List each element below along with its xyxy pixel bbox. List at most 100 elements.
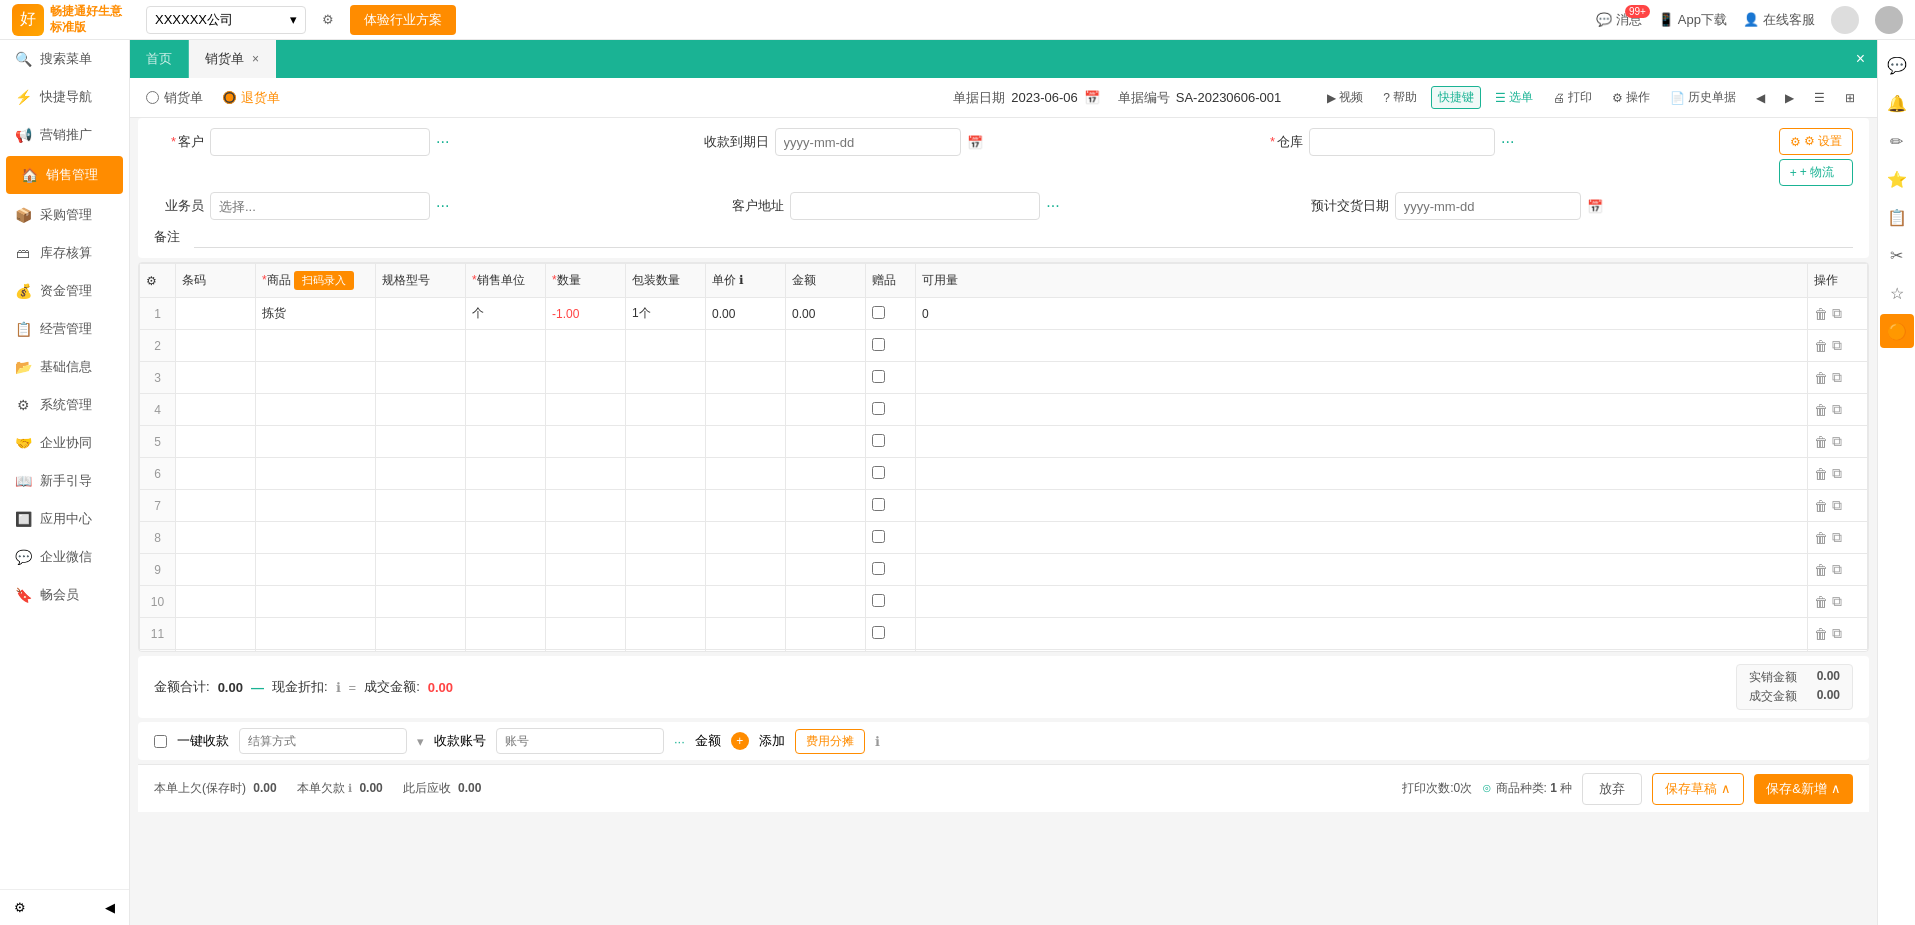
save-draft-button[interactable]: 保存草稿 ∧	[1652, 773, 1744, 805]
salesperson-dots[interactable]: ···	[436, 197, 449, 215]
cell-product[interactable]: 拣货	[256, 298, 376, 330]
note-input[interactable]	[194, 226, 1853, 248]
salesperson-input[interactable]	[210, 192, 430, 220]
settings-button[interactable]: ⚙ ⚙ 设置	[1779, 128, 1853, 155]
sidebar-item-tutorial[interactable]: 📖 新手引导	[0, 462, 129, 500]
tab-sales-order[interactable]: 销货单 ×	[189, 40, 276, 78]
copy-btn[interactable]: ⧉	[1832, 593, 1842, 610]
settings-icon-btn[interactable]: ⚙	[314, 6, 342, 34]
operations-btn[interactable]: ⚙ 操作	[1606, 87, 1656, 108]
sidebar-item-inventory[interactable]: 🗃 库存核算	[0, 234, 129, 272]
gift-checkbox[interactable]	[872, 466, 885, 479]
gift-checkbox[interactable]	[872, 306, 885, 319]
gift-checkbox[interactable]	[872, 338, 885, 351]
cell-qty[interactable]: -1.00	[546, 298, 626, 330]
trial-button[interactable]: 体验行业方案	[350, 5, 456, 35]
delete-btn[interactable]: 🗑	[1814, 530, 1828, 546]
addr-dots[interactable]: ···	[1046, 197, 1059, 215]
copy-btn[interactable]: ⧉	[1832, 465, 1842, 482]
copy-btn[interactable]: ⧉	[1832, 305, 1842, 322]
delete-btn[interactable]: 🗑	[1814, 434, 1828, 450]
product-types-label[interactable]: ⊙	[1482, 781, 1492, 795]
gift-checkbox[interactable]	[872, 626, 885, 639]
sidebar-item-marketing[interactable]: 📢 营销推广	[0, 116, 129, 154]
radio-sale-input[interactable]	[146, 91, 159, 104]
company-selector[interactable]: XXXXXX公司 ▾	[146, 6, 306, 34]
delete-btn[interactable]: 🗑	[1814, 338, 1828, 354]
warehouse-dots[interactable]: ···	[1501, 133, 1514, 151]
customer-dots[interactable]: ···	[436, 133, 449, 151]
copy-btn[interactable]: ⧉	[1832, 497, 1842, 514]
sidebar-item-basic[interactable]: 📂 基础信息	[0, 348, 129, 386]
cell-amount[interactable]: 0.00	[786, 298, 866, 330]
delivery-calendar-icon[interactable]: 📅	[1587, 199, 1603, 214]
sidebar-item-finance[interactable]: 💰 资金管理	[0, 272, 129, 310]
nav-prev-btn[interactable]: ◀	[1750, 89, 1771, 107]
select-btn[interactable]: ☰ 选单	[1489, 87, 1539, 108]
account-dots[interactable]: ···	[674, 734, 685, 749]
delivery-date-input[interactable]	[1395, 192, 1581, 220]
side-panel-scissors[interactable]: ✂	[1880, 238, 1914, 272]
video-btn[interactable]: ▶ 视频	[1321, 87, 1369, 108]
sidebar-item-appcenter[interactable]: 🔲 应用中心	[0, 500, 129, 538]
list-view-btn1[interactable]: ☰	[1808, 89, 1831, 107]
online-service-btn[interactable]: 👤 在线客服	[1743, 11, 1815, 29]
history-btn[interactable]: 📄 历史单据	[1664, 87, 1742, 108]
radio-sale[interactable]: 销货单	[146, 89, 203, 107]
help-btn[interactable]: ? 帮助	[1377, 87, 1423, 108]
delete-btn[interactable]: 🗑	[1814, 466, 1828, 482]
copy-btn[interactable]: ⧉	[1832, 625, 1842, 642]
cell-spec[interactable]	[376, 298, 466, 330]
nav-next-btn[interactable]: ▶	[1779, 89, 1800, 107]
calendar-icon[interactable]: 📅	[1084, 90, 1100, 105]
warehouse-input[interactable]: 建材仓	[1309, 128, 1495, 156]
logistics-button[interactable]: + + 物流	[1779, 159, 1853, 186]
copy-btn[interactable]: ⧉	[1832, 561, 1842, 578]
copy-btn[interactable]: ⧉	[1832, 401, 1842, 418]
expense-info-icon[interactable]: ℹ	[875, 734, 880, 749]
account-input[interactable]	[496, 728, 664, 754]
side-panel-chat[interactable]: 💬	[1880, 48, 1914, 82]
cash-discount-info-icon[interactable]: ℹ	[336, 680, 341, 695]
sidebar-item-membership[interactable]: 🔖 畅会员	[0, 576, 129, 614]
abandon-button[interactable]: 放弃	[1582, 773, 1642, 805]
customer-input[interactable]	[210, 128, 430, 156]
gift-checkbox[interactable]	[872, 498, 885, 511]
cell-price[interactable]: 0.00	[706, 298, 786, 330]
settlement-chevron-icon[interactable]: ▾	[417, 734, 424, 749]
expense-split-button[interactable]: 费用分摊	[795, 729, 865, 754]
close-icon[interactable]: ×	[1856, 50, 1865, 67]
sidebar-item-wechat[interactable]: 💬 企业微信	[0, 538, 129, 576]
sidebar-settings-icon[interactable]: ⚙	[14, 900, 26, 915]
gift-checkbox[interactable]	[872, 562, 885, 575]
side-panel-edit[interactable]: ✏	[1880, 124, 1914, 158]
shortcut-btn[interactable]: 快捷键	[1431, 86, 1481, 109]
add-button[interactable]: +	[731, 732, 749, 750]
app-download-btn[interactable]: 📱 App下载	[1658, 11, 1727, 29]
customer-addr-input[interactable]	[790, 192, 1040, 220]
side-panel-star[interactable]: ⭐	[1880, 162, 1914, 196]
cell-unit[interactable]: 个	[466, 298, 546, 330]
delete-btn[interactable]: 🗑	[1814, 594, 1828, 610]
sidebar-item-enterprise[interactable]: 🤝 企业协同	[0, 424, 129, 462]
sidebar-collapse-icon[interactable]: ◀	[105, 900, 115, 915]
side-panel-bell[interactable]: 🔔	[1880, 86, 1914, 120]
tab-close-icon[interactable]: ×	[252, 52, 259, 66]
col-settings[interactable]: ⚙	[140, 264, 176, 298]
radio-return[interactable]: 退货单	[223, 89, 280, 107]
scan-button[interactable]: 扫码录入	[294, 271, 354, 290]
delete-btn[interactable]: 🗑	[1814, 402, 1828, 418]
cell-barcode[interactable]	[176, 298, 256, 330]
delete-btn[interactable]: 🗑	[1814, 370, 1828, 386]
avatar[interactable]	[1831, 6, 1859, 34]
delete-btn[interactable]: 🗑	[1814, 562, 1828, 578]
gift-checkbox[interactable]	[872, 530, 885, 543]
gift-checkbox[interactable]	[872, 370, 885, 383]
sidebar-item-management[interactable]: 📋 经营管理	[0, 310, 129, 348]
settlement-method-input[interactable]	[239, 728, 407, 754]
delete-btn[interactable]: 🗑	[1814, 626, 1828, 642]
sidebar-item-system[interactable]: ⚙ 系统管理	[0, 386, 129, 424]
copy-btn[interactable]: ⧉	[1832, 369, 1842, 386]
list-view-btn2[interactable]: ⊞	[1839, 89, 1861, 107]
print-btn[interactable]: 🖨 打印	[1547, 87, 1598, 108]
